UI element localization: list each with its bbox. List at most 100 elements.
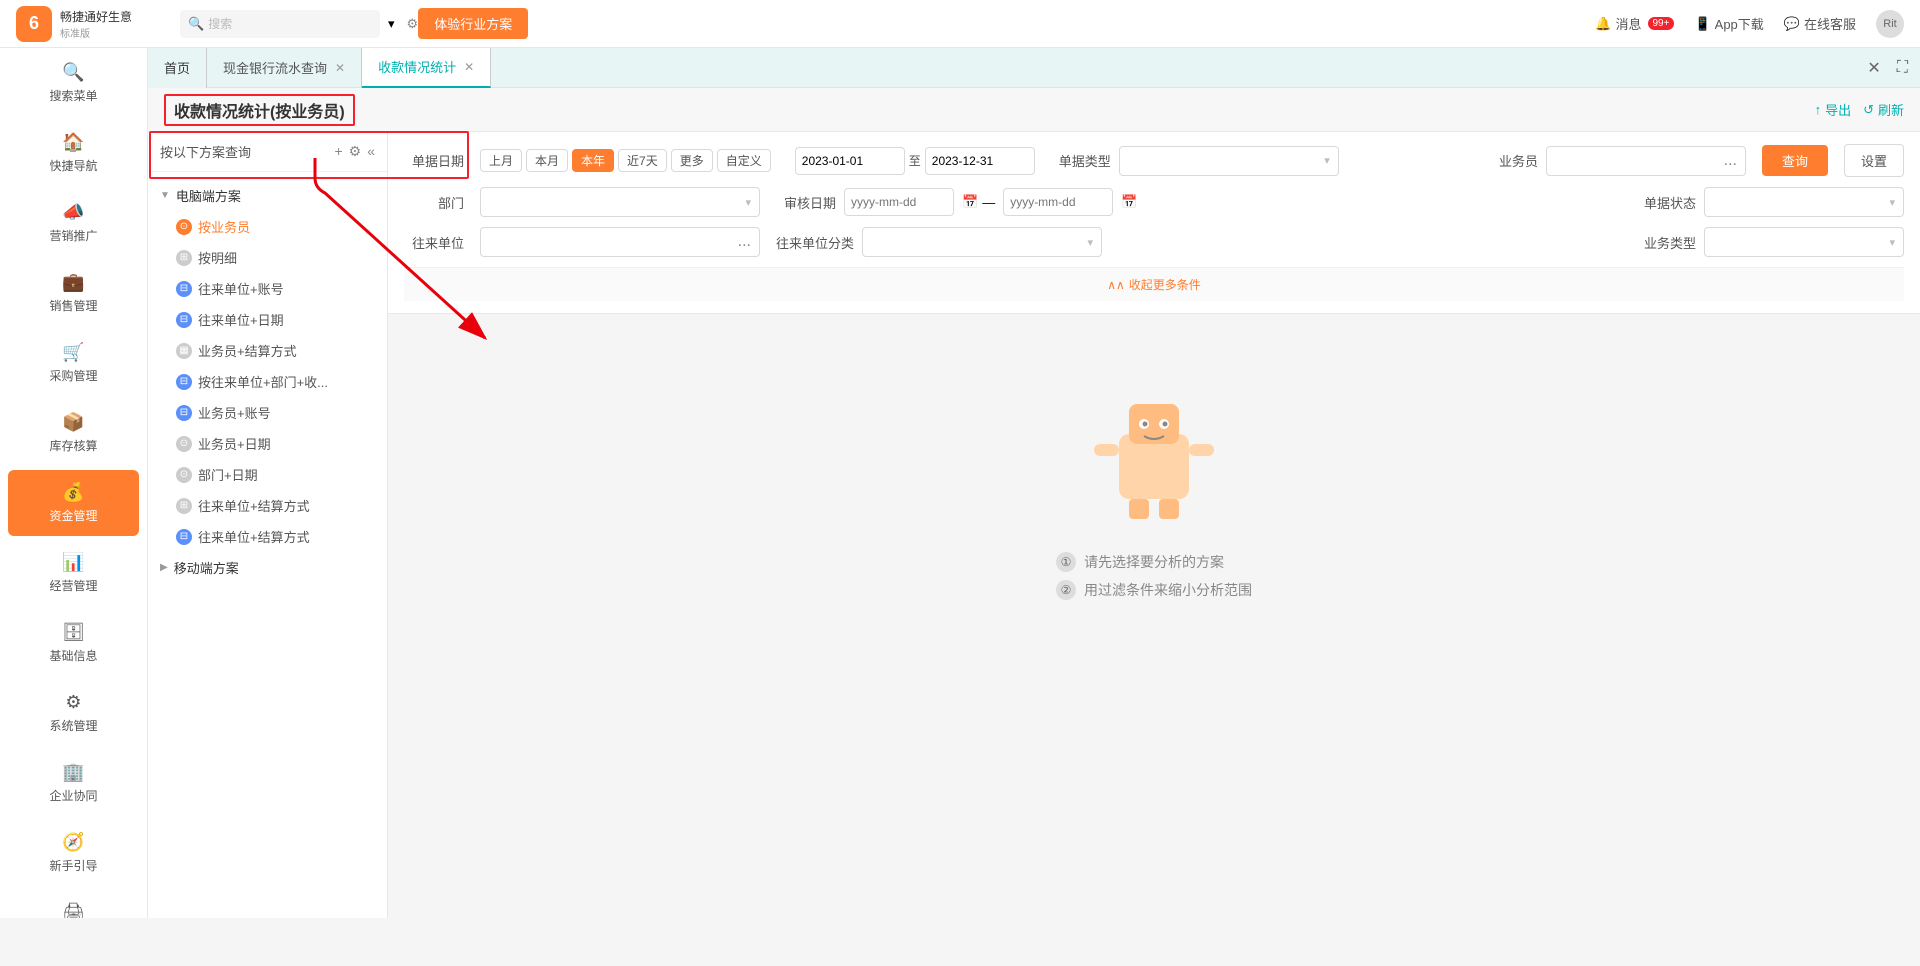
- scheme-item-partner-settle1[interactable]: ⊞ 往来单位+结算方式: [148, 490, 387, 521]
- date-btn-thismonth[interactable]: 本月: [526, 149, 568, 172]
- date-btn-more[interactable]: 更多: [671, 149, 713, 172]
- sidebar-item-system[interactable]: ⚙ 系统管理: [8, 680, 139, 746]
- app-name: 畅捷通好生意: [60, 8, 132, 25]
- scheme-settings-btn[interactable]: ⚙: [349, 143, 362, 160]
- sidebar-item-search[interactable]: 🔍 搜索菜单: [8, 50, 139, 116]
- sidebar-item-hardware[interactable]: 🖨 智能硬件: [8, 890, 139, 918]
- bell-icon: 🔔: [1595, 16, 1611, 32]
- scheme-item-by-staff[interactable]: ⊙ 按业务员: [148, 211, 387, 242]
- partner-select[interactable]: ...: [480, 227, 760, 257]
- sidebar-item-inventory[interactable]: 📦 库存核算: [8, 400, 139, 466]
- calendar-icon2[interactable]: 📅: [1121, 194, 1137, 210]
- tab-close-icon[interactable]: ✕: [464, 60, 474, 74]
- sidebar-item-label: 销售管理: [49, 297, 97, 314]
- tree-section-desktop-header[interactable]: ▼ 电脑端方案: [148, 180, 387, 211]
- sidebar-item-label: 新手引导: [49, 857, 97, 874]
- tab-label: 现金银行流水查询: [223, 58, 327, 77]
- trial-button[interactable]: 体验行业方案: [418, 8, 528, 39]
- partner-more-btn[interactable]: ...: [738, 233, 751, 251]
- step-2: ② 用过滤条件来缩小分析范围: [1056, 576, 1252, 604]
- tab-collection[interactable]: 收款情况统计 ✕: [362, 48, 491, 88]
- doctype-select[interactable]: ▾: [1119, 146, 1339, 176]
- tree-section-label: 电脑端方案: [176, 186, 241, 205]
- chevron-down-icon: ▾: [1324, 154, 1330, 167]
- staff-label: 业务员: [1478, 151, 1538, 170]
- tree-section-mobile: ▶ 移动端方案: [148, 552, 387, 583]
- scheme-item-staff-settle[interactable]: ▦ 业务员+结算方式: [148, 335, 387, 366]
- empty-area: ① 请先选择要分析的方案 ② 用过滤条件来缩小分析范围: [388, 314, 1920, 918]
- scheme-item-staff-account[interactable]: ⊟ 业务员+账号: [148, 397, 387, 428]
- scheme-item-staff-date[interactable]: ⊙ 业务员+日期: [148, 428, 387, 459]
- main-body: 按以下方案查询 + ⚙ « ▼ 电脑端方案: [148, 132, 1920, 918]
- search-bar[interactable]: 🔍 搜索: [180, 10, 380, 38]
- scheme-icon-pdc: ⊟: [176, 374, 192, 390]
- dropdown-icon[interactable]: ▾: [388, 16, 395, 32]
- sidebar-item-purchase[interactable]: 🛒 采购管理: [8, 330, 139, 396]
- collapse-panel-btn[interactable]: «: [367, 143, 375, 160]
- refresh-btn[interactable]: ↺ 刷新: [1863, 100, 1904, 119]
- date-btn-lastmonth[interactable]: 上月: [480, 149, 522, 172]
- scheme-item-detail[interactable]: ⊞ 按明细: [148, 242, 387, 273]
- sidebar-item-enterprise[interactable]: 🏢 企业协同: [8, 750, 139, 816]
- tab-label: 收款情况统计: [378, 57, 456, 76]
- partner-cat-label: 往来单位分类: [776, 233, 854, 252]
- online-service-btn[interactable]: 💬 在线客服: [1784, 14, 1856, 33]
- export-btn[interactable]: ↑ 导出: [1815, 100, 1852, 119]
- scheme-item-partner-account[interactable]: ⊟ 往来单位+账号: [148, 273, 387, 304]
- date-btn-custom[interactable]: 自定义: [717, 149, 771, 172]
- sidebar-item-guide[interactable]: 🧭 新手引导: [8, 820, 139, 886]
- inventory-icon: 📦: [62, 412, 84, 433]
- partner-cat-select[interactable]: ▾: [862, 227, 1102, 257]
- tab-cashflow[interactable]: 现金银行流水查询 ✕: [207, 48, 362, 88]
- sidebar-item-label: 系统管理: [49, 717, 97, 734]
- sidebar-item-ops[interactable]: 📊 经营管理: [8, 540, 139, 606]
- query-button[interactable]: 查询: [1762, 145, 1828, 176]
- staff-select[interactable]: ...: [1546, 146, 1746, 176]
- biztype-label: 业务类型: [1636, 233, 1696, 252]
- app-edition: 标准版: [60, 25, 132, 40]
- date-from-input[interactable]: [795, 147, 905, 175]
- dept-select[interactable]: ▾: [480, 187, 760, 217]
- biztype-select[interactable]: ▾: [1704, 227, 1904, 257]
- filter-row-3: 往来单位 ... 往来单位分类 ▾: [404, 227, 1904, 257]
- settings-icon[interactable]: ⚙: [407, 16, 419, 32]
- sidebar-item-quicknav[interactable]: 🏠 快捷导航: [8, 120, 139, 186]
- tab-home[interactable]: 首页: [148, 48, 207, 88]
- scheme-label: 业务员+账号: [198, 403, 271, 422]
- tab-close-all-btn[interactable]: ✕: [1863, 54, 1884, 82]
- app-download-btn[interactable]: 📱 App下载: [1694, 14, 1763, 33]
- sidebar-item-finance[interactable]: 💰 资金管理: [8, 470, 139, 536]
- staff-more-icon[interactable]: ...: [1724, 152, 1737, 170]
- scheme-item-partner-settle2[interactable]: ⊟ 往来单位+结算方式: [148, 521, 387, 552]
- sidebar-item-sales[interactable]: 💼 销售管理: [8, 260, 139, 326]
- scheme-item-dept-date[interactable]: ⊙ 部门+日期: [148, 459, 387, 490]
- sidebar-item-base[interactable]: 🗄 基础信息: [8, 610, 139, 676]
- messages-btn[interactable]: 🔔 消息 99+: [1595, 14, 1674, 33]
- review-from-input[interactable]: [844, 188, 954, 216]
- scheme-icon-pa: ⊟: [176, 281, 192, 297]
- review-to-input[interactable]: [1003, 188, 1113, 216]
- docstatus-select[interactable]: ▾: [1704, 187, 1904, 217]
- staff-filter: 业务员 ...: [1478, 146, 1746, 176]
- scheme-label: 按业务员: [198, 217, 250, 236]
- user-avatar[interactable]: Rit: [1876, 10, 1904, 38]
- scheme-icon-dd: ⊙: [176, 467, 192, 483]
- date-btn-thisyear[interactable]: 本年: [572, 149, 614, 172]
- settings-button[interactable]: 设置: [1844, 144, 1904, 177]
- scheme-item-partner-date[interactable]: ⊟ 往来单位+日期: [148, 304, 387, 335]
- tree-section-mobile-header[interactable]: ▶ 移动端方案: [148, 552, 387, 583]
- add-scheme-btn[interactable]: +: [334, 143, 342, 160]
- calendar-icon[interactable]: 📅: [962, 194, 978, 210]
- tab-expand-btn[interactable]: ⛶: [1893, 55, 1912, 81]
- tab-close-icon[interactable]: ✕: [335, 61, 345, 75]
- date-btn-7days[interactable]: 近7天: [618, 149, 667, 172]
- collapse-bar[interactable]: ∧∧ 收起更多条件: [404, 267, 1904, 301]
- date-label: 单据日期: [404, 151, 464, 170]
- tree-section-desktop: ▼ 电脑端方案 ⊙ 按业务员 ⊞ 按明细 ⊟: [148, 180, 387, 552]
- scheme-item-partner-dept-collect[interactable]: ⊟ 按往来单位+部门+收...: [148, 366, 387, 397]
- sidebar-item-label: 营销推广: [49, 227, 97, 244]
- sidebar-item-marketing[interactable]: 📣 营销推广: [8, 190, 139, 256]
- date-to-input[interactable]: [925, 147, 1035, 175]
- scheme-label: 往来单位+结算方式: [198, 496, 310, 515]
- top-header: 6 畅捷通好生意 标准版 🔍 搜索 ▾ ⚙ 体验行业方案 🔔 消息 99+ 📱 …: [0, 0, 1920, 48]
